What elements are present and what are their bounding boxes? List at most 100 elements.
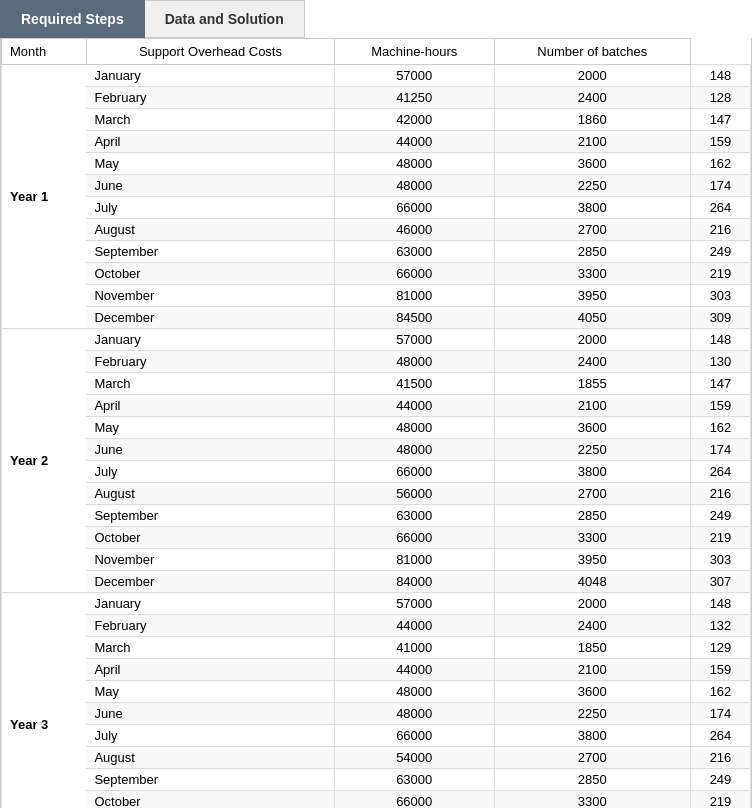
table-row: May480003600162 (2, 153, 751, 175)
table-row: November810003950303 (2, 549, 751, 571)
data-cell: 2400 (494, 615, 691, 637)
month-cell: August (86, 219, 334, 241)
month-cell: May (86, 417, 334, 439)
data-cell: 219 (691, 791, 751, 809)
month-cell: September (86, 241, 334, 263)
data-cell: 57000 (334, 329, 494, 351)
data-cell: 46000 (334, 219, 494, 241)
data-cell: 162 (691, 153, 751, 175)
data-cell: 42000 (334, 109, 494, 131)
data-cell: 66000 (334, 197, 494, 219)
data-table-container: MonthSupport Overhead CostsMachine-hours… (0, 38, 752, 808)
data-cell: 3300 (494, 791, 691, 809)
data-cell: 1860 (494, 109, 691, 131)
data-cell: 48000 (334, 175, 494, 197)
data-cell: 159 (691, 395, 751, 417)
month-cell: June (86, 439, 334, 461)
data-cell: 303 (691, 549, 751, 571)
data-cell: 84000 (334, 571, 494, 593)
data-cell: 174 (691, 439, 751, 461)
data-cell: 216 (691, 747, 751, 769)
table-row: April440002100159 (2, 395, 751, 417)
month-cell: January (86, 593, 334, 615)
data-cell: 84500 (334, 307, 494, 329)
tab-required-steps[interactable]: Required Steps (0, 0, 145, 38)
data-cell: 48000 (334, 703, 494, 725)
table-row: September630002850249 (2, 505, 751, 527)
data-cell: 159 (691, 659, 751, 681)
data-cell: 307 (691, 571, 751, 593)
data-cell: 2000 (494, 329, 691, 351)
data-cell: 2000 (494, 593, 691, 615)
month-cell: January (86, 329, 334, 351)
month-cell: April (86, 659, 334, 681)
table-row: August540002700216 (2, 747, 751, 769)
data-cell: 303 (691, 285, 751, 307)
data-cell: 249 (691, 769, 751, 791)
month-cell: May (86, 153, 334, 175)
month-cell: November (86, 549, 334, 571)
month-cell: March (86, 637, 334, 659)
table-row: February480002400130 (2, 351, 751, 373)
data-cell: 2250 (494, 439, 691, 461)
data-cell: 81000 (334, 285, 494, 307)
data-cell: 54000 (334, 747, 494, 769)
data-cell: 66000 (334, 725, 494, 747)
data-cell: 2700 (494, 219, 691, 241)
data-cell: 2700 (494, 483, 691, 505)
month-cell: September (86, 505, 334, 527)
month-cell: May (86, 681, 334, 703)
data-cell: 44000 (334, 395, 494, 417)
data-cell: 57000 (334, 593, 494, 615)
table-row: Year 1January570002000148 (2, 65, 751, 87)
data-cell: 264 (691, 725, 751, 747)
table-row: June480002250174 (2, 439, 751, 461)
data-cell: 66000 (334, 263, 494, 285)
data-cell: 3800 (494, 725, 691, 747)
data-cell: 63000 (334, 241, 494, 263)
data-cell: 147 (691, 109, 751, 131)
table-row: August460002700216 (2, 219, 751, 241)
table-row: February440002400132 (2, 615, 751, 637)
year-label: Year 3 (2, 593, 87, 809)
data-cell: 129 (691, 637, 751, 659)
data-cell: 3300 (494, 263, 691, 285)
table-row: March420001860147 (2, 109, 751, 131)
data-cell: 41500 (334, 373, 494, 395)
data-cell: 3950 (494, 285, 691, 307)
data-cell: 2100 (494, 395, 691, 417)
data-cell: 63000 (334, 769, 494, 791)
table-row: Year 2January570002000148 (2, 329, 751, 351)
data-cell: 2850 (494, 241, 691, 263)
month-cell: October (86, 527, 334, 549)
table-row: December840004048307 (2, 571, 751, 593)
col-header-3: Number of batches (494, 39, 691, 65)
month-cell: June (86, 703, 334, 725)
table-row: June480002250174 (2, 175, 751, 197)
data-cell: 219 (691, 527, 751, 549)
data-cell: 147 (691, 373, 751, 395)
data-cell: 2850 (494, 769, 691, 791)
month-cell: December (86, 571, 334, 593)
data-cell: 162 (691, 417, 751, 439)
data-cell: 162 (691, 681, 751, 703)
col-header-0: Month (2, 39, 87, 65)
tab-data-solution[interactable]: Data and Solution (145, 0, 305, 38)
data-cell: 48000 (334, 681, 494, 703)
table-row: February412502400128 (2, 87, 751, 109)
month-cell: August (86, 483, 334, 505)
month-cell: July (86, 725, 334, 747)
table-row: May480003600162 (2, 417, 751, 439)
data-cell: 2850 (494, 505, 691, 527)
table-row: November810003950303 (2, 285, 751, 307)
data-cell: 48000 (334, 417, 494, 439)
data-cell: 130 (691, 351, 751, 373)
data-cell: 1855 (494, 373, 691, 395)
year-label: Year 2 (2, 329, 87, 593)
data-cell: 219 (691, 263, 751, 285)
table-row: August560002700216 (2, 483, 751, 505)
month-cell: April (86, 131, 334, 153)
data-cell: 66000 (334, 791, 494, 809)
month-cell: October (86, 263, 334, 285)
data-cell: 1850 (494, 637, 691, 659)
